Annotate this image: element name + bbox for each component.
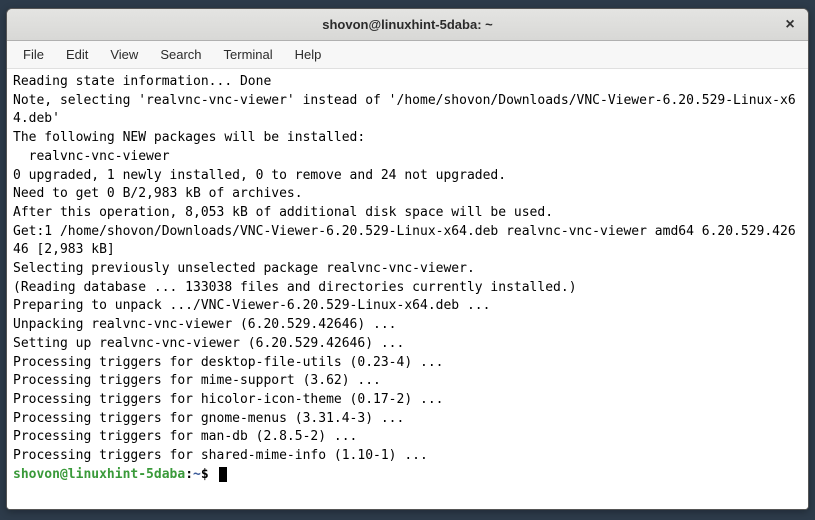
titlebar[interactable]: shovon@linuxhint-5daba: ~ ×: [7, 9, 808, 41]
menu-terminal[interactable]: Terminal: [214, 43, 283, 66]
close-icon: ×: [785, 16, 794, 34]
close-button[interactable]: ×: [778, 13, 802, 37]
menu-file[interactable]: File: [13, 43, 54, 66]
terminal-window: shovon@linuxhint-5daba: ~ × File Edit Vi…: [6, 8, 809, 510]
menu-view[interactable]: View: [100, 43, 148, 66]
menu-search[interactable]: Search: [150, 43, 211, 66]
menu-edit[interactable]: Edit: [56, 43, 98, 66]
window-title: shovon@linuxhint-5daba: ~: [322, 17, 493, 32]
cursor-icon: [219, 467, 227, 482]
prompt-path: ~: [193, 467, 201, 482]
menu-help[interactable]: Help: [285, 43, 332, 66]
terminal-output: Reading state information... Done Note, …: [13, 74, 796, 463]
prompt-sep2: $: [201, 467, 209, 482]
terminal-body[interactable]: Reading state information... Done Note, …: [7, 69, 808, 509]
prompt-sep1: :: [185, 467, 193, 482]
menubar: File Edit View Search Terminal Help: [7, 41, 808, 69]
prompt-user-host: shovon@linuxhint-5daba: [13, 467, 185, 482]
